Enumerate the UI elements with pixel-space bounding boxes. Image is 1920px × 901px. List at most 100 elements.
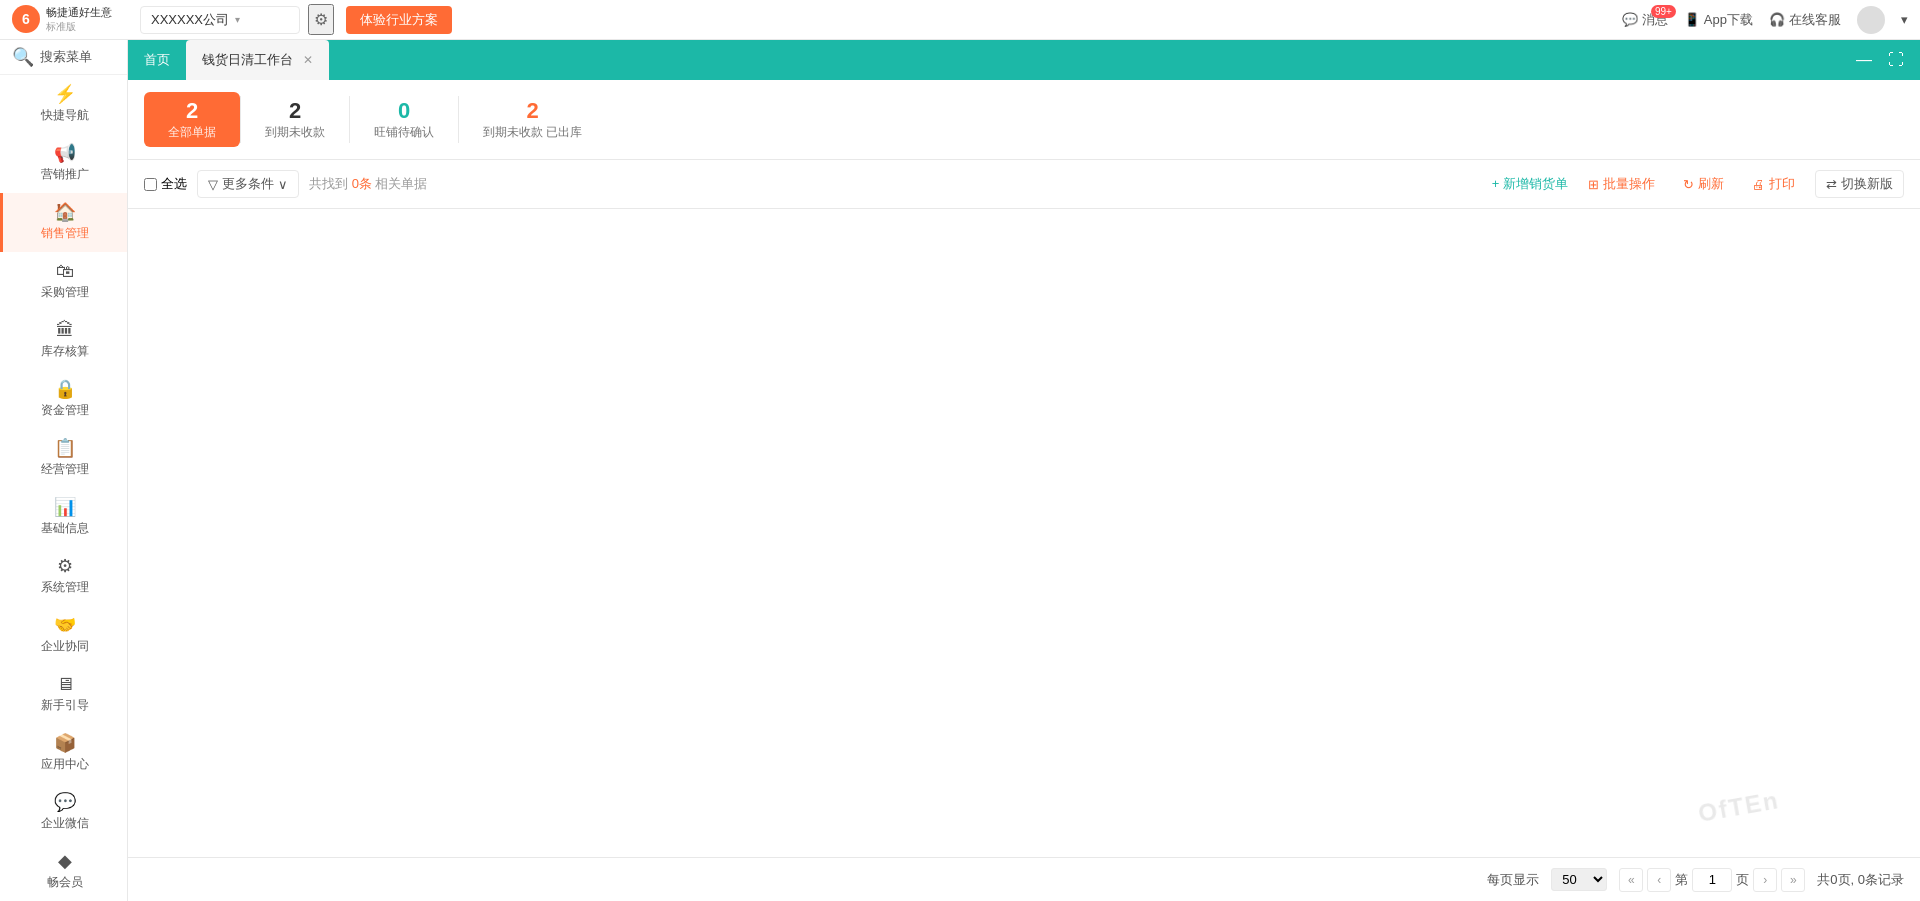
print-button[interactable]: 🖨 打印 <box>1744 171 1803 197</box>
top-header: 6 畅捷通好生意 标准版 XXXXXX公司 ▾ ⚙ 体验行业方案 💬 消息 99… <box>0 0 1920 40</box>
tab-minimize-icon[interactable]: — <box>1852 47 1876 73</box>
tab-bar: 首页 钱货日清工作台 ✕ — ⛶ <box>128 40 1920 80</box>
pagination-nav: « ‹ 第 页 › » <box>1619 868 1805 892</box>
online-service-label: 在线客服 <box>1789 11 1841 29</box>
first-page-button[interactable]: « <box>1619 868 1643 892</box>
basic-info-icon: 📊 <box>54 498 76 516</box>
user-menu[interactable]: ▾ <box>1901 12 1908 27</box>
message-action[interactable]: 💬 消息 99+ <box>1622 11 1668 29</box>
pagination-bar: 每页显示 50 100 200 « ‹ 第 页 › » 共0页, 0条记录 <box>128 857 1920 901</box>
sidebar-item-inventory[interactable]: 🏛 库存核算 <box>0 311 127 370</box>
purchase-icon: 🛍 <box>56 262 74 280</box>
prev-page-button[interactable]: ‹ <box>1647 868 1671 892</box>
sidebar-purchase-label: 采购管理 <box>41 284 89 301</box>
stat-card-overdue-shipped[interactable]: 2 到期未收款 已出库 <box>459 92 606 147</box>
inventory-icon: 🏛 <box>56 321 74 339</box>
sidebar-item-purchase[interactable]: 🛍 采购管理 <box>0 252 127 311</box>
new-sales-order-button[interactable]: + 新增销货单 <box>1492 175 1568 193</box>
online-service-action[interactable]: 🎧 在线客服 <box>1769 11 1841 29</box>
marketing-icon: 📢 <box>54 144 76 162</box>
tab-expand-icon[interactable]: ⛶ <box>1884 47 1908 73</box>
sidebar-item-finance[interactable]: 🔒 资金管理 <box>0 370 127 429</box>
app-download-action[interactable]: 📱 App下载 <box>1684 11 1753 29</box>
sidebar-item-basic-info[interactable]: 📊 基础信息 <box>0 488 127 547</box>
switch-icon: ⇄ <box>1826 177 1837 192</box>
sidebar-item-sales[interactable]: 🏠 销售管理 <box>0 193 127 252</box>
sidebar-cooperation-label: 企业协同 <box>41 638 89 655</box>
switch-version-button[interactable]: ⇄ 切换新版 <box>1815 170 1904 198</box>
tab-home[interactable]: 首页 <box>128 40 186 80</box>
filter-button[interactable]: ▽ 更多条件 ∨ <box>197 170 299 198</box>
batch-operation-button[interactable]: ⊞ 批量操作 <box>1580 171 1663 197</box>
sidebar-item-operations[interactable]: 📋 经营管理 <box>0 429 127 488</box>
sidebar-sales-label: 销售管理 <box>41 225 89 242</box>
tab-bar-actions: — ⛶ <box>1852 47 1920 73</box>
app-center-icon: 📦 <box>54 734 76 752</box>
operations-icon: 📋 <box>54 439 76 457</box>
select-all-label: 全选 <box>161 175 187 193</box>
page-input[interactable] <box>1692 868 1732 892</box>
sidebar-marketing-label: 营销推广 <box>41 166 89 183</box>
refresh-label: 刷新 <box>1698 175 1724 193</box>
select-all-checkbox[interactable]: 全选 <box>144 175 187 193</box>
finance-icon: 🔒 <box>54 380 76 398</box>
toolbar-right: + 新增销货单 ⊞ 批量操作 ↻ 刷新 🖨 打印 ⇄ <box>1492 170 1904 198</box>
trial-button[interactable]: 体验行业方案 <box>346 6 452 34</box>
settings-icon[interactable]: ⚙ <box>308 4 334 35</box>
logo-icon: 6 <box>12 5 40 33</box>
logo-sub: 标准版 <box>46 20 112 34</box>
sidebar-item-app-center[interactable]: 📦 应用中心 <box>0 724 127 783</box>
found-suffix: 相关单据 <box>375 176 427 191</box>
last-page-button[interactable]: » <box>1781 868 1805 892</box>
per-page-label: 每页显示 <box>1487 871 1539 889</box>
page-content: 2 全部单据 2 到期未收款 0 旺铺待确认 2 到期未收款 已出库 <box>128 80 1920 901</box>
per-page-select[interactable]: 50 100 200 <box>1551 868 1607 891</box>
header-right: 💬 消息 99+ 📱 App下载 🎧 在线客服 ▾ <box>1622 6 1908 34</box>
stats-row: 2 全部单据 2 到期未收款 0 旺铺待确认 2 到期未收款 已出库 <box>128 80 1920 160</box>
found-prefix: 共找到 <box>309 176 348 191</box>
sidebar-item-quick-nav[interactable]: ⚡ 快捷导航 <box>0 75 127 134</box>
page-suffix: 页 <box>1736 871 1749 889</box>
quick-nav-icon: ⚡ <box>54 85 76 103</box>
chevron-down-icon-user: ▾ <box>1901 12 1908 27</box>
tab-close-icon[interactable]: ✕ <box>303 53 313 67</box>
switch-label: 切换新版 <box>1841 175 1893 193</box>
sidebar-guide-label: 新手引导 <box>41 697 89 714</box>
sidebar-item-wechat[interactable]: 💬 企业微信 <box>0 783 127 842</box>
stat-card-overdue[interactable]: 2 到期未收款 <box>241 92 349 147</box>
download-icon: 📱 <box>1684 12 1700 27</box>
refresh-icon: ↻ <box>1683 177 1694 192</box>
tab-cashflow-label: 钱货日清工作台 <box>202 51 293 69</box>
logo-area: 6 畅捷通好生意 标准版 <box>12 5 140 33</box>
chevron-down-icon: ▾ <box>235 14 240 25</box>
pagination-total: 共0页, 0条记录 <box>1817 871 1904 889</box>
stat-pending-num: 0 <box>398 98 410 124</box>
sidebar-item-search[interactable]: 🔍 搜索菜单 <box>0 40 127 75</box>
app-layout: 🔍 搜索菜单 ⚡ 快捷导航 📢 营销推广 🏠 销售管理 🛍 采购管理 🏛 库存核… <box>0 40 1920 901</box>
sidebar-operations-label: 经营管理 <box>41 461 89 478</box>
sidebar-item-guide[interactable]: 🖥 新手引导 <box>0 665 127 724</box>
sidebar-item-marketing[interactable]: 📢 营销推广 <box>0 134 127 193</box>
next-page-button[interactable]: › <box>1753 868 1777 892</box>
stat-all-label: 全部单据 <box>168 124 216 141</box>
sidebar-item-system[interactable]: ⚙ 系统管理 <box>0 547 127 606</box>
stat-card-pending[interactable]: 0 旺铺待确认 <box>350 92 458 147</box>
message-icon: 💬 <box>1622 12 1638 27</box>
stat-overdue-label: 到期未收款 <box>265 124 325 141</box>
page-label: 第 <box>1675 871 1688 889</box>
logo-text: 畅捷通好生意 <box>46 5 112 19</box>
company-selector[interactable]: XXXXXX公司 ▾ <box>140 6 300 34</box>
sidebar-item-vip[interactable]: ◆ 畅会员 <box>0 842 127 901</box>
sidebar-item-cooperation[interactable]: 🤝 企业协同 <box>0 606 127 665</box>
stat-card-all[interactable]: 2 全部单据 <box>144 92 240 147</box>
tab-cashflow[interactable]: 钱货日清工作台 ✕ <box>186 40 329 80</box>
refresh-button[interactable]: ↻ 刷新 <box>1675 171 1732 197</box>
message-badge: 99+ <box>1651 5 1676 18</box>
filter-arrow-icon: ∨ <box>278 177 288 192</box>
select-all-input[interactable] <box>144 178 157 191</box>
stat-overdue-num: 2 <box>289 98 301 124</box>
sidebar-quick-nav-label: 快捷导航 <box>41 107 89 124</box>
app-download-label: App下载 <box>1704 11 1753 29</box>
tab-home-label: 首页 <box>144 51 170 69</box>
avatar[interactable] <box>1857 6 1885 34</box>
